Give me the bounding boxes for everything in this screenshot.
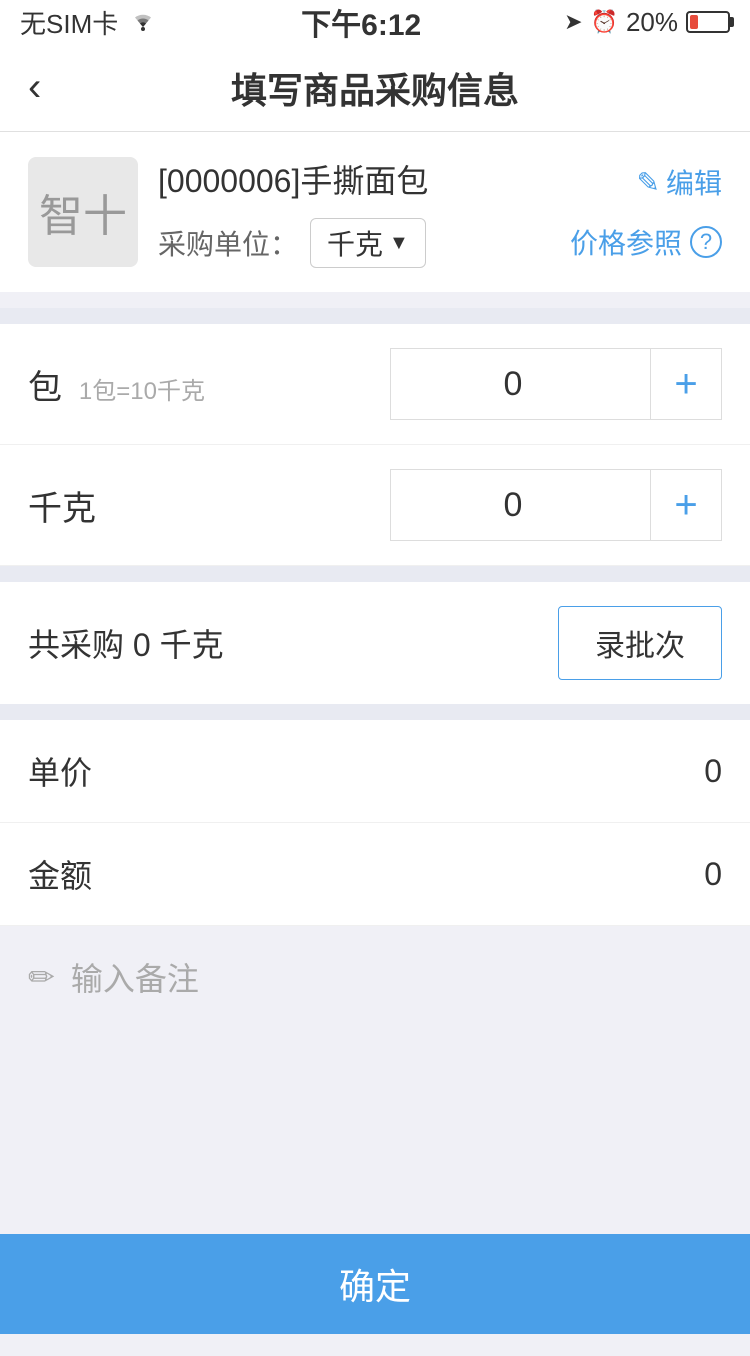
summary-row: 共采购 0 千克 录批次: [0, 582, 750, 704]
kg-label: 千克: [28, 481, 96, 530]
product-right: ✎ 编辑 价格参照 ?: [570, 162, 722, 262]
product-image: 智十: [28, 157, 138, 267]
amount-label: 金额: [28, 851, 92, 897]
pack-section: 包 1包=10千克 +: [0, 324, 750, 445]
edit-label: 编辑: [666, 162, 722, 202]
amount-row: 金额 0: [0, 823, 750, 926]
note-placeholder: 输入备注: [71, 954, 199, 1000]
pack-plus-button[interactable]: +: [650, 348, 722, 420]
product-left: 智十 [0000006]手撕面包 采购单位： 千克 ▼: [28, 156, 570, 268]
summary-prefix: 共采购: [28, 627, 133, 663]
unit-value: 千克: [327, 223, 383, 263]
separator-2: [0, 566, 750, 582]
price-ref-button[interactable]: 价格参照 ?: [570, 222, 722, 262]
nav-bar: ‹ 填写商品采购信息: [0, 44, 750, 132]
edit-button[interactable]: ✎ 编辑: [637, 162, 722, 202]
back-button[interactable]: ‹: [28, 65, 41, 110]
pack-label: 包: [28, 369, 62, 407]
confirm-button[interactable]: 确定: [0, 1234, 750, 1334]
price-row: 单价 0: [0, 720, 750, 823]
pack-input-row: 包 1包=10千克 +: [0, 324, 750, 445]
price-ref-label: 价格参照: [570, 222, 682, 262]
alarm-icon: ⏰: [591, 9, 618, 35]
unit-select[interactable]: 千克 ▼: [310, 218, 426, 268]
wifi-icon: [128, 7, 158, 38]
kg-input-row: 千克 +: [0, 445, 750, 566]
battery-indicator: [686, 11, 730, 33]
amount-value: 0: [704, 856, 722, 893]
summary-quantity: 0: [133, 627, 160, 663]
separator-3: [0, 704, 750, 720]
record-batch-button[interactable]: 录批次: [558, 606, 722, 680]
product-unit-row: 采购单位： 千克 ▼: [158, 218, 428, 268]
summary-text-group: 共采购 0 千克: [28, 620, 224, 666]
pack-input[interactable]: [390, 348, 650, 420]
carrier-text: 无SIM卡: [20, 4, 118, 41]
page-title: 填写商品采购信息: [231, 62, 519, 114]
price-value: 0: [704, 753, 722, 790]
status-left: 无SIM卡: [20, 4, 158, 41]
pack-input-right: +: [390, 348, 722, 420]
product-image-placeholder: 智十: [39, 180, 127, 244]
price-label: 单价: [28, 748, 92, 794]
battery-percent: 20%: [626, 7, 678, 38]
separator-1: [0, 308, 750, 324]
pencil-icon: ✏: [28, 958, 55, 996]
pack-label-group: 包 1包=10千克: [28, 360, 205, 409]
status-right: ➤ ⏰ 20%: [564, 7, 730, 38]
pack-sublabel: 1包=10千克: [79, 378, 205, 405]
kg-plus-button[interactable]: +: [650, 469, 722, 541]
edit-icon: ✎: [637, 166, 660, 199]
product-info: [0000006]手撕面包 采购单位： 千克 ▼: [158, 156, 428, 268]
product-card: 智十 [0000006]手撕面包 采购单位： 千克 ▼ ✎ 编辑 价格参照 ?: [0, 132, 750, 292]
unit-label: 采购单位：: [158, 223, 298, 263]
chevron-down-icon: ▼: [389, 232, 409, 255]
info-icon: ?: [690, 226, 722, 258]
product-name: [0000006]手撕面包: [158, 156, 428, 202]
summary-suffix: 千克: [160, 627, 224, 663]
status-time: 下午6:12: [301, 0, 421, 44]
kg-section: 千克 +: [0, 445, 750, 566]
location-icon: ➤: [564, 9, 582, 35]
status-bar: 无SIM卡 下午6:12 ➤ ⏰ 20%: [0, 0, 750, 44]
kg-input-right: +: [390, 469, 722, 541]
note-section[interactable]: ✏ 输入备注: [0, 926, 750, 1046]
kg-input[interactable]: [390, 469, 650, 541]
